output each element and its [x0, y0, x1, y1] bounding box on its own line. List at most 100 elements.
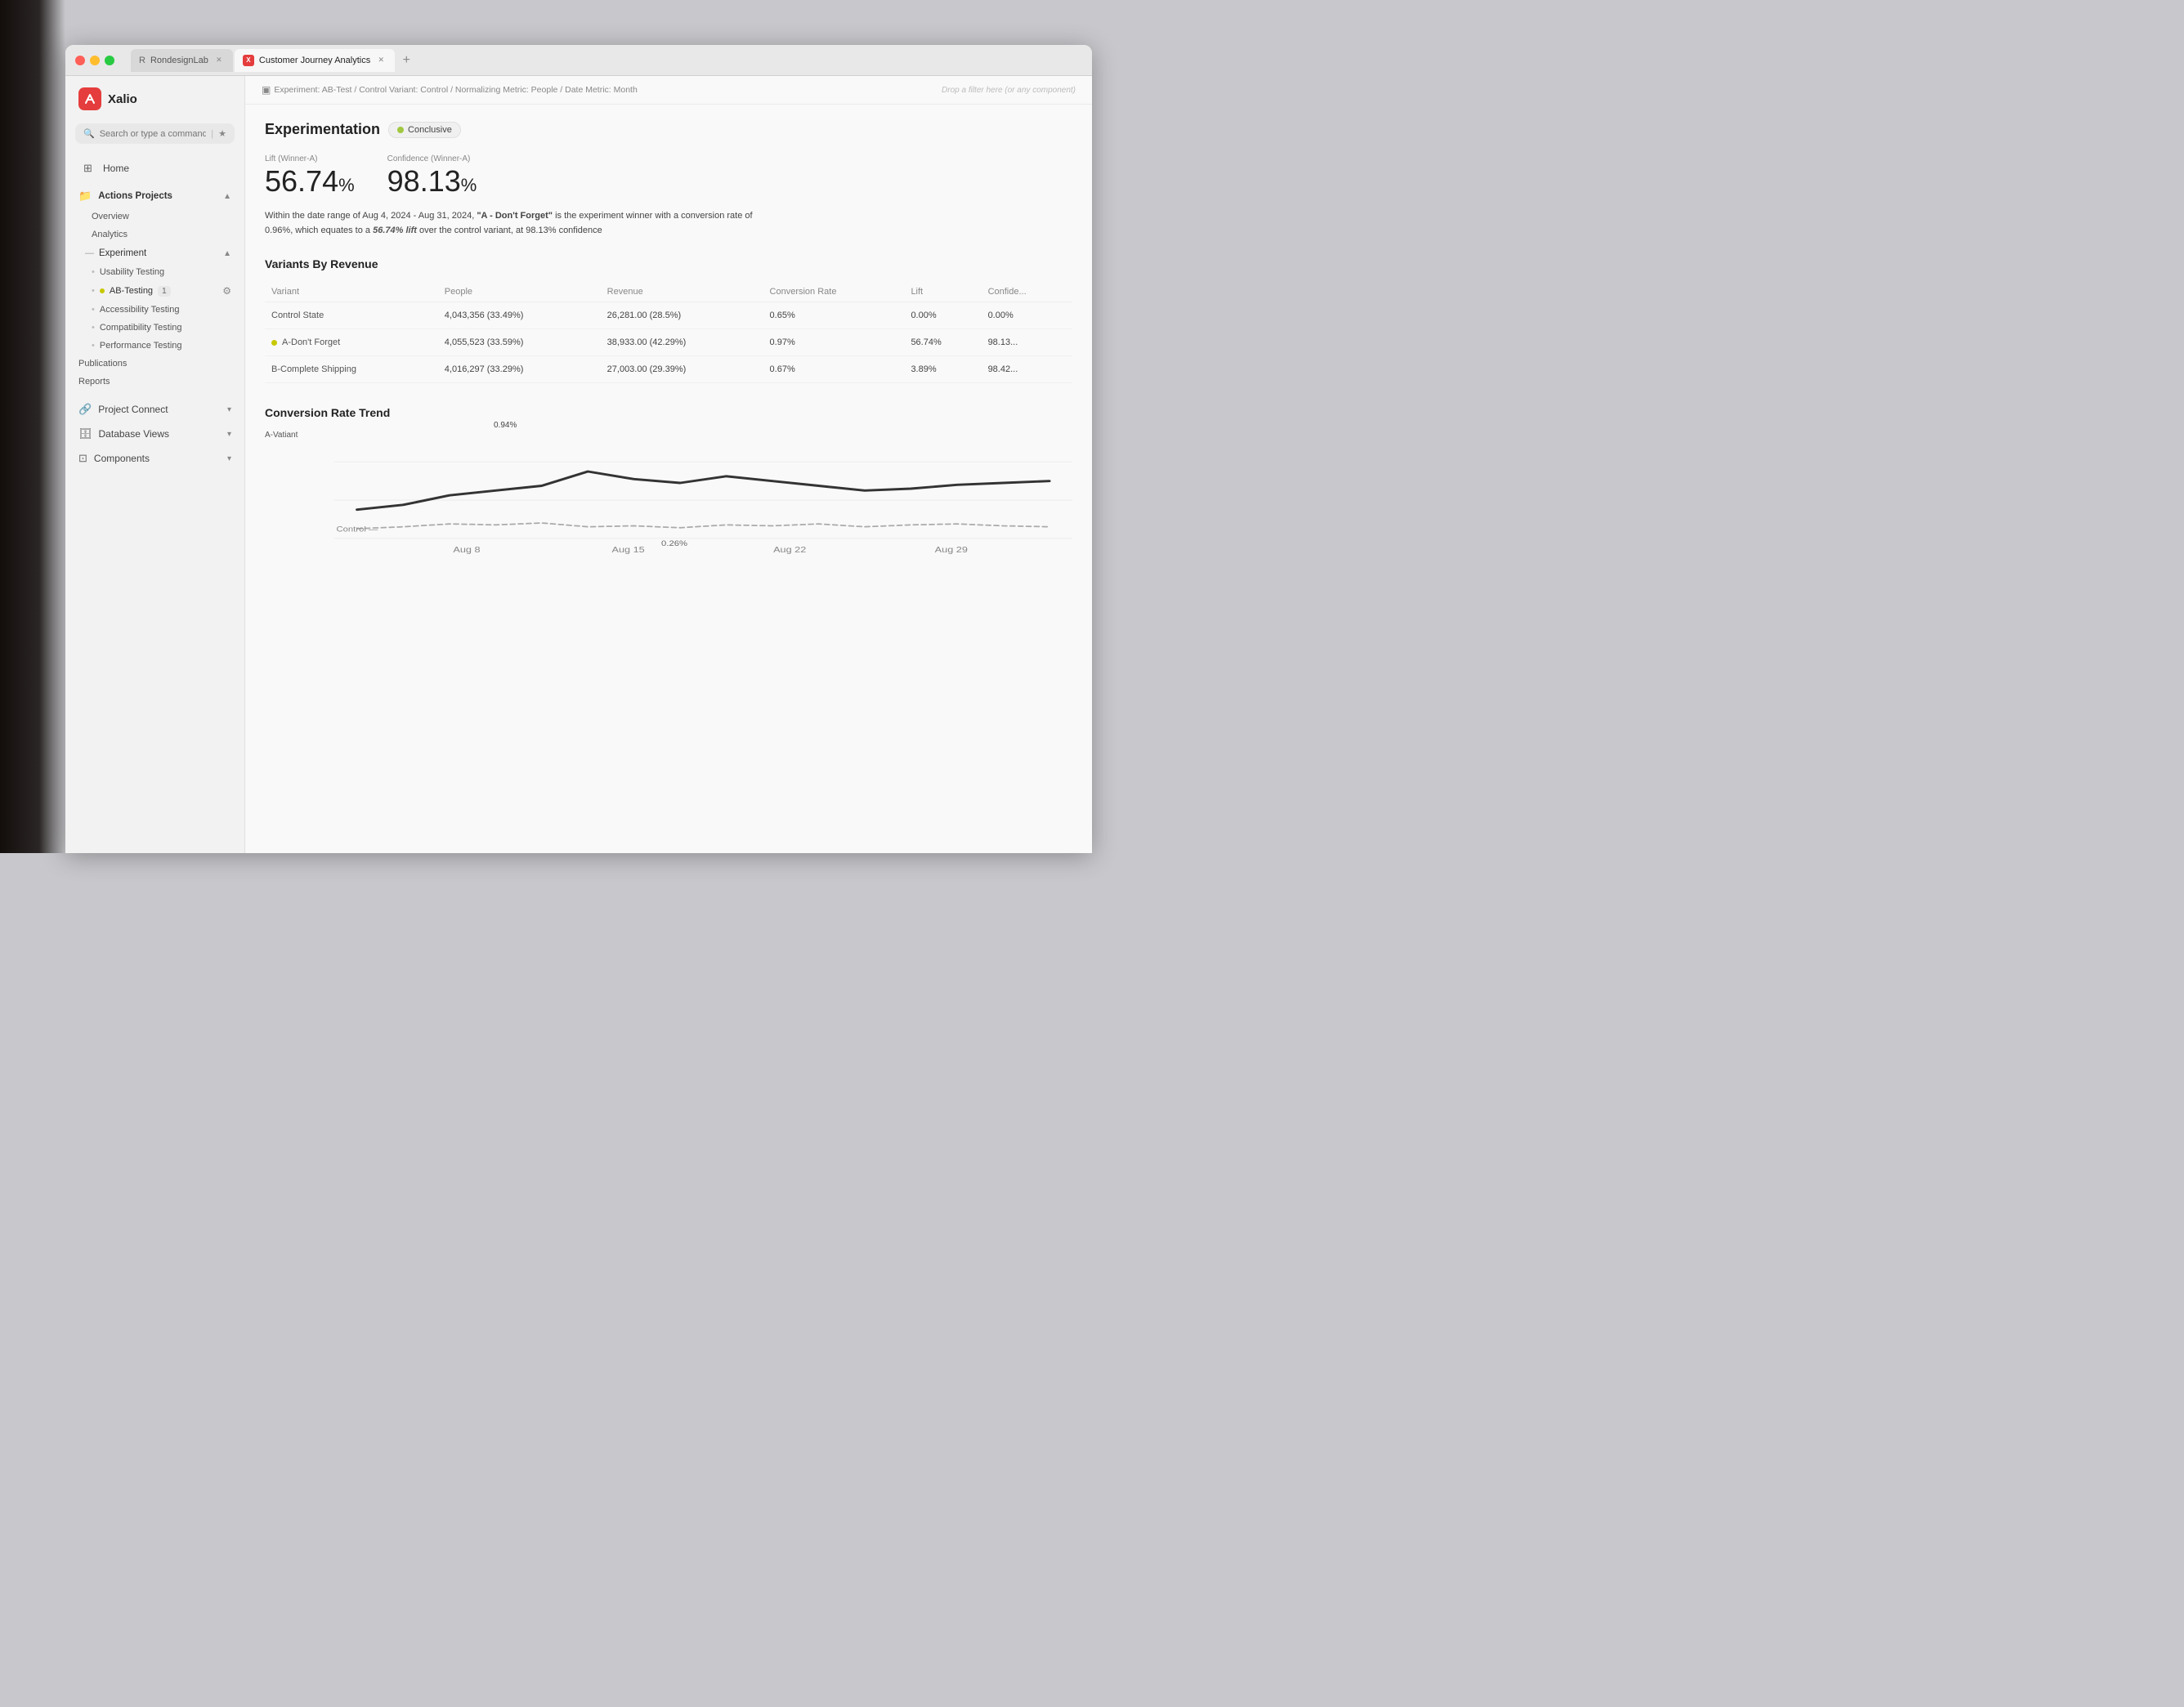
tab-favicon-analytics: X: [243, 55, 254, 66]
accessibility-testing-label: Accessibility Testing: [100, 305, 180, 315]
minimize-button[interactable]: [90, 56, 100, 65]
chart-title: Conversion Rate Trend: [265, 406, 1072, 419]
svg-text:0.26%: 0.26%: [661, 540, 687, 548]
col-conversion: Conversion Rate: [763, 282, 905, 302]
project-connect-label: Project Connect: [98, 404, 168, 415]
content-area: Experimentation Conclusive Lift (Winner-…: [245, 105, 1092, 853]
confidence-unit: %: [461, 175, 477, 195]
sidebar-item-reports[interactable]: Reports: [65, 373, 244, 391]
tab-label-rondesign: RondesignLab: [150, 56, 208, 65]
projects-actions-label: Actions Projects: [98, 191, 172, 201]
conclusive-badge: Conclusive: [388, 122, 461, 138]
sidebar-item-project-connect[interactable]: 🔗 Project Connect ▾: [65, 397, 244, 422]
gear-icon[interactable]: ⚙: [222, 285, 231, 297]
tab-close-rondesign[interactable]: ✕: [213, 55, 225, 66]
overview-label: Overview: [92, 212, 129, 221]
experiment-section-header[interactable]: — Experiment ▲: [65, 244, 244, 263]
bullet-compatibility: •: [92, 323, 95, 333]
svg-text:Control —: Control —: [337, 525, 378, 534]
search-icon: 🔍: [83, 128, 95, 139]
chart-a-label: A-Vatiant: [265, 431, 298, 440]
stat-confidence: Confidence (Winner-A) 98.13%: [387, 154, 477, 196]
sidebar-item-home[interactable]: ⊞ Home: [70, 156, 239, 181]
tab-label-analytics: Customer Journey Analytics: [259, 56, 370, 65]
row0-lift: 0.00%: [904, 302, 981, 329]
sidebar-item-components[interactable]: ⊡ Components ▾: [65, 446, 244, 471]
sidebar-item-analytics[interactable]: Analytics: [65, 226, 244, 244]
tab-icon-rondesign: R: [139, 56, 145, 65]
svg-text:Aug 8: Aug 8: [453, 545, 480, 555]
row2-people: 4,016,297 (33.29%): [438, 356, 601, 383]
sidebar-item-compatibility[interactable]: • Compatibility Testing: [65, 319, 244, 337]
sidebar-item-performance[interactable]: • Performance Testing: [65, 337, 244, 355]
ab-testing-label: AB-Testing: [110, 286, 153, 296]
bullet-ab: •: [92, 286, 95, 296]
compatibility-testing-label: Compatibility Testing: [100, 323, 182, 333]
conclusive-dot: [397, 127, 404, 133]
row0-people: 4,043,356 (33.49%): [438, 302, 601, 329]
col-variant: Variant: [265, 282, 438, 302]
sidebar-item-database-views[interactable]: 🗄 Database Views ▾: [65, 422, 244, 446]
row1-confidence: 98.13...: [982, 329, 1072, 356]
reports-label: Reports: [78, 377, 110, 387]
experiment-description: Within the date range of Aug 4, 2024 - A…: [265, 209, 755, 238]
lift-value: 56.74%: [265, 167, 355, 196]
sidebar-item-overview[interactable]: Overview: [65, 208, 244, 226]
project-connect-icon: 🔗: [78, 403, 92, 416]
tab-analytics[interactable]: X Customer Journey Analytics ✕: [235, 49, 395, 72]
tab-rondesign[interactable]: R RondesignLab ✕: [131, 49, 233, 72]
analytics-label: Analytics: [92, 230, 128, 239]
row1-people: 4,055,523 (33.59%): [438, 329, 601, 356]
sidebar-logo: Xalio: [65, 76, 244, 118]
desc-winner: "A - Don't Forget": [477, 211, 553, 221]
app-logo-icon: [78, 87, 101, 110]
sidebar-item-accessibility[interactable]: • Accessibility Testing: [65, 301, 244, 319]
sidebar-item-usability[interactable]: • Usability Testing: [65, 263, 244, 281]
silhouette-overlay: [0, 0, 65, 853]
bullet-performance: •: [92, 341, 95, 351]
maximize-button[interactable]: [105, 56, 114, 65]
bookmark-icon: ★: [218, 128, 226, 139]
chart-high-value: 0.94%: [494, 421, 517, 430]
row0-variant: Control State: [265, 302, 438, 329]
tab-close-analytics[interactable]: ✕: [375, 55, 387, 66]
main-content: ▣ Experiment: AB-Test / Control Variant:…: [245, 76, 1092, 853]
close-button[interactable]: [75, 56, 85, 65]
table-row: B-Complete Shipping 4,016,297 (33.29%) 2…: [265, 356, 1072, 383]
components-icon: ⊡: [78, 452, 87, 465]
search-input[interactable]: [100, 129, 207, 139]
lift-label: Lift (Winner-A): [265, 154, 355, 163]
variants-table: Variant People Revenue Conversion Rate L…: [265, 282, 1072, 383]
breadcrumb-text: Experiment: AB-Test / Control Variant: C…: [274, 85, 637, 95]
row0-revenue: 26,281.00 (28.5%): [601, 302, 763, 329]
row2-variant: B-Complete Shipping: [265, 356, 438, 383]
project-connect-arrow: ▾: [227, 405, 231, 414]
col-confidence: Confide...: [982, 282, 1072, 302]
sidebar-item-ab-testing[interactable]: • AB-Testing 1 ⚙: [65, 281, 244, 301]
projects-arrow-icon: ▲: [223, 192, 231, 201]
search-bar[interactable]: 🔍 | ★: [75, 123, 235, 144]
ab-testing-active-dot: [100, 288, 105, 293]
bullet-usability: •: [92, 267, 95, 277]
collapse-dash-icon: —: [85, 248, 94, 258]
performance-testing-label: Performance Testing: [100, 341, 182, 351]
row1-variant: A-Don't Forget: [265, 329, 438, 356]
projects-actions-header[interactable]: 📁 Actions Projects ▲: [65, 185, 244, 208]
row0-conversion: 0.65%: [763, 302, 905, 329]
ab-testing-badge: 1: [158, 286, 171, 297]
browser-window: R RondesignLab ✕ X Customer Journey Anal…: [65, 45, 1092, 853]
variants-section-title: Variants By Revenue: [265, 257, 1072, 270]
chart-svg: Aug 8 Aug 15 Aug 22 Aug 29 0.26% Control…: [265, 443, 1072, 557]
search-divider: |: [211, 129, 213, 139]
stats-row: Lift (Winner-A) 56.74% Confidence (Winne…: [265, 154, 1072, 196]
conclusive-label: Conclusive: [408, 125, 452, 135]
breadcrumb-icon: ▣: [262, 84, 271, 96]
experimentation-header: Experimentation Conclusive: [265, 121, 1072, 138]
experiment-arrow-icon: ▲: [223, 249, 231, 258]
publications-label: Publications: [78, 359, 127, 369]
projects-icon: 📁: [78, 190, 92, 203]
sidebar-item-publications[interactable]: Publications: [65, 355, 244, 373]
table-row: A-Don't Forget 4,055,523 (33.59%) 38,933…: [265, 329, 1072, 356]
new-tab-button[interactable]: +: [396, 51, 416, 70]
chart-area: Conversion Rate Trend A-Vatiant 0.94%: [265, 406, 1072, 561]
